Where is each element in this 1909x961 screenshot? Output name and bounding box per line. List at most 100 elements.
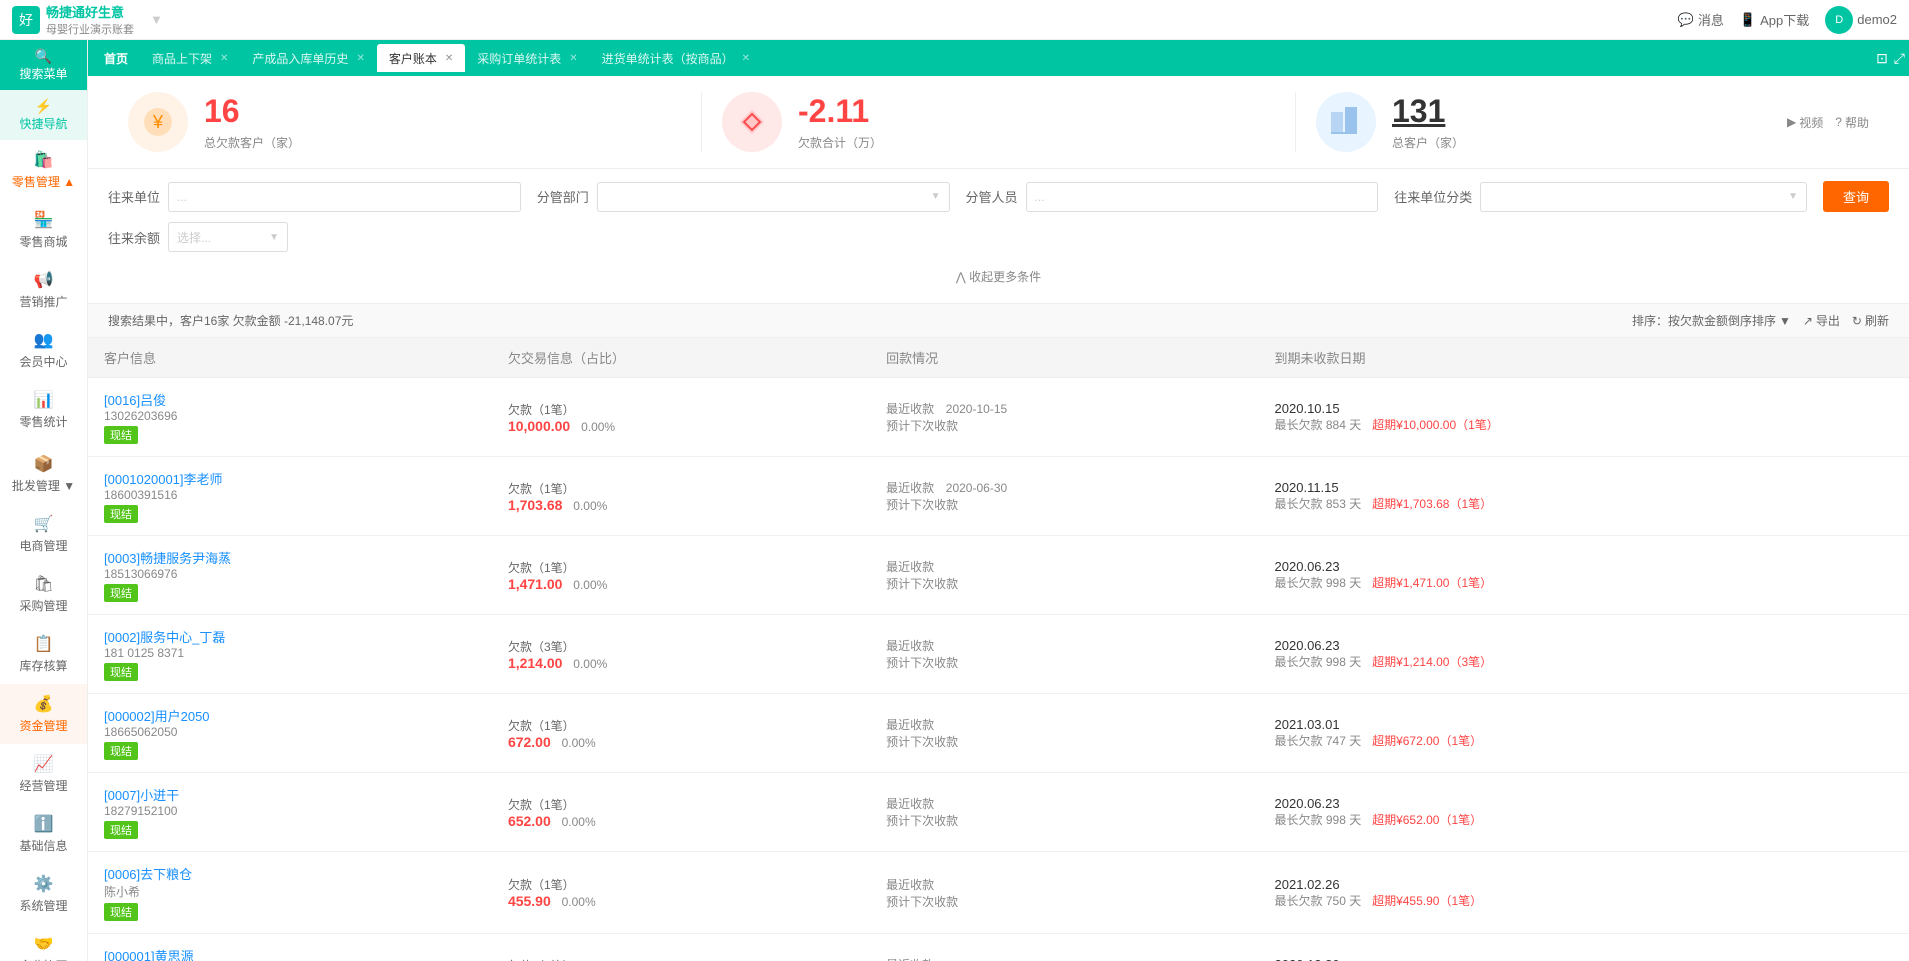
debt-amount-3[interactable]: 1,214.00: [508, 655, 563, 671]
inbound-stats-tab-close[interactable]: ✕: [742, 53, 750, 64]
customer-name-1[interactable]: [0001020001]李老师: [104, 469, 476, 488]
debt-amount-0[interactable]: 10,000.00: [508, 418, 570, 434]
sidebar-item-inventory[interactable]: 📋 库存核算: [0, 624, 87, 684]
sidebar-item-enterprise[interactable]: 🤝 企业协同: [0, 924, 87, 961]
last-payment-4: 最近收款: [886, 716, 1242, 733]
message-btn[interactable]: 💬 消息: [1678, 10, 1724, 29]
table-row: [0001020001]李老师 18600391516 现结 欠款（1笔） 1,…: [88, 457, 1909, 536]
overdue-link-0[interactable]: 超期¥10,000.00（1笔）: [1372, 418, 1499, 432]
debt-amount-5[interactable]: 652.00: [508, 813, 551, 829]
customer-name-7[interactable]: [000001]黄思源: [104, 946, 476, 961]
customer-name-5[interactable]: [0007]小迸干: [104, 785, 476, 804]
tab-maximize-btn[interactable]: ⤢: [1894, 50, 1905, 67]
sidebar-item-system[interactable]: ⚙️ 系统管理: [0, 864, 87, 924]
sidebar-item-retail-mgmt[interactable]: 🛍️ 零售管理 ▲: [0, 140, 87, 200]
top-bar-right: 💬 消息 📱 App下载 D demo2: [1678, 6, 1897, 34]
sort-btn[interactable]: 排序：按欠款金额倒序排序 ▼: [1632, 312, 1791, 329]
overdue-link-1[interactable]: 超期¥1,703.68（1笔）: [1372, 497, 1492, 511]
debt-amount-2[interactable]: 1,471.00: [508, 576, 563, 592]
overdue-link-2[interactable]: 超期¥1,471.00（1笔）: [1372, 576, 1492, 590]
stat-icon-2: [722, 92, 782, 152]
customer-name-0[interactable]: [0016]吕俊: [104, 390, 476, 409]
customer-tag-5: 现结: [104, 821, 138, 839]
query-button[interactable]: 查询: [1823, 181, 1889, 212]
overdue-link-6[interactable]: 超期¥455.90（1笔）: [1372, 894, 1482, 908]
dept-select[interactable]: ▼: [597, 182, 950, 212]
overdue-link-4[interactable]: 超期¥672.00（1笔）: [1372, 734, 1482, 748]
tab-customer-account[interactable]: 客户账本 ✕: [377, 44, 465, 72]
customer-name-3[interactable]: [0002]服务中心_丁磊: [104, 627, 476, 646]
products-tab-label: 商品上下架: [152, 50, 212, 67]
message-icon: 💬: [1678, 12, 1694, 28]
balance-select[interactable]: 选择... ▼: [168, 222, 288, 252]
help-btn[interactable]: ? 帮助: [1835, 114, 1869, 131]
cell-due-2: 2020.06.23 最长欠款 998 天 超期¥1,471.00（1笔）: [1259, 536, 1909, 615]
overdue-info-2: 最长欠款 998 天 超期¥1,471.00（1笔）: [1275, 574, 1893, 591]
sidebar-item-ecommerce[interactable]: 🛒 电商管理: [0, 504, 87, 564]
person-label: 分管人员: [966, 187, 1018, 206]
cell-customer-0: [0016]吕俊 13026203696 现结: [88, 378, 492, 457]
refresh-btn[interactable]: ↻ 刷新: [1852, 312, 1889, 329]
tab-products[interactable]: 商品上下架 ✕: [140, 44, 240, 72]
overdue-link-5[interactable]: 超期¥652.00（1笔）: [1372, 813, 1482, 827]
user-avatar[interactable]: D demo2: [1825, 6, 1897, 34]
quick-nav-btn[interactable]: ⚡ 快捷导航: [0, 90, 87, 140]
sidebar-item-retail-stats[interactable]: 📊 零售统计: [0, 380, 87, 440]
customer-name-2[interactable]: [0003]畅捷服务尹海蒸: [104, 548, 476, 567]
app-download-btn[interactable]: 📱 App下载: [1740, 10, 1809, 29]
video-icon: ▶: [1787, 115, 1796, 129]
sidebar-item-purchase[interactable]: 🛍 采购管理: [0, 564, 87, 624]
unit-type-select[interactable]: ▼: [1480, 182, 1807, 212]
purchase-order-tab-close[interactable]: ✕: [569, 53, 577, 64]
video-btn[interactable]: ▶ 视频: [1787, 114, 1823, 131]
tab-restore-btn[interactable]: ⊡: [1876, 50, 1888, 67]
dropdown-arrow[interactable]: ▼: [150, 12, 163, 27]
sidebar-item-marketing[interactable]: 📢 营销推广: [0, 260, 87, 320]
content-area: ¥ 16 总欠款客户（家） -2.11 欠款合计（万）: [88, 76, 1909, 961]
due-date-3: 2020.06.23: [1275, 638, 1893, 653]
customer-account-tab-close[interactable]: ✕: [445, 53, 453, 64]
sidebar-item-batch-mgmt[interactable]: 📦 批发管理 ▼: [0, 444, 87, 504]
logo-icon: 好: [12, 6, 40, 34]
tab-bar-actions: ⊡ ⤢: [1876, 50, 1905, 67]
overdue-link-3[interactable]: 超期¥1,214.00（3笔）: [1372, 655, 1492, 669]
person-input[interactable]: ...: [1026, 182, 1379, 212]
filter-balance: 往来余额 选择... ▼: [108, 222, 288, 252]
sidebar-item-ops[interactable]: 📈 经营管理: [0, 744, 87, 804]
enterprise-label: 企业协同: [19, 957, 67, 961]
unit-type-label: 往来单位分类: [1394, 187, 1472, 206]
debt-amount-6[interactable]: 455.90: [508, 893, 551, 909]
tab-production[interactable]: 产成品入库单历史 ✕: [240, 44, 376, 72]
sidebar-item-membership[interactable]: 👥 会员中心: [0, 320, 87, 380]
next-payment-4: 预计下次收款: [886, 733, 1242, 750]
customer-name-4[interactable]: [000002]用户2050: [104, 706, 476, 725]
balance-label: 往来余额: [108, 228, 160, 247]
export-btn[interactable]: ↗ 导出: [1803, 312, 1840, 329]
customer-name-6[interactable]: [0006]去下粮仓: [104, 864, 476, 883]
tab-inbound-stats[interactable]: 进货单统计表（按商品） ✕: [590, 44, 762, 72]
sidebar-item-retail-store[interactable]: 🏪 零售商城: [0, 200, 87, 260]
sidebar-item-finance[interactable]: 💰 资金管理: [0, 684, 87, 744]
table-body: [0016]吕俊 13026203696 现结 欠款（1笔） 10,000.00…: [88, 378, 1909, 961]
ops-icon: 📈: [34, 754, 54, 774]
from-unit-input[interactable]: ...: [168, 182, 521, 212]
customer-tag-4: 现结: [104, 742, 138, 760]
cell-due-1: 2020.11.15 最长欠款 853 天 超期¥1,703.68（1笔）: [1259, 457, 1909, 536]
next-payment-3: 预计下次收款: [886, 654, 1242, 671]
retail-stats-label: 零售统计: [19, 413, 67, 430]
debt-amount-1[interactable]: 1,703.68: [508, 497, 563, 513]
debt-percent-6: 0.00%: [562, 895, 596, 909]
ops-label: 经营管理: [19, 777, 67, 794]
inbound-stats-tab-label: 进货单统计表（按商品）: [602, 50, 734, 67]
debt-amount-4[interactable]: 672.00: [508, 734, 551, 750]
collapse-more-btn[interactable]: ⋀ 收起更多条件: [108, 262, 1889, 291]
tab-home[interactable]: 首页: [92, 44, 140, 72]
sidebar-item-basic[interactable]: ℹ️ 基础信息: [0, 804, 87, 864]
tab-purchase-order[interactable]: 采购订单统计表 ✕: [465, 44, 589, 72]
balance-placeholder: 选择...: [177, 229, 211, 246]
products-tab-close[interactable]: ✕: [220, 53, 228, 64]
search-menu-btn[interactable]: 🔍 搜索菜单: [0, 40, 87, 90]
production-tab-close[interactable]: ✕: [356, 53, 364, 64]
cell-customer-3: [0002]服务中心_丁磊 181 0125 8371 现结: [88, 615, 492, 694]
cell-payment-1: 最近收款 2020-06-30 预计下次收款: [870, 457, 1258, 536]
